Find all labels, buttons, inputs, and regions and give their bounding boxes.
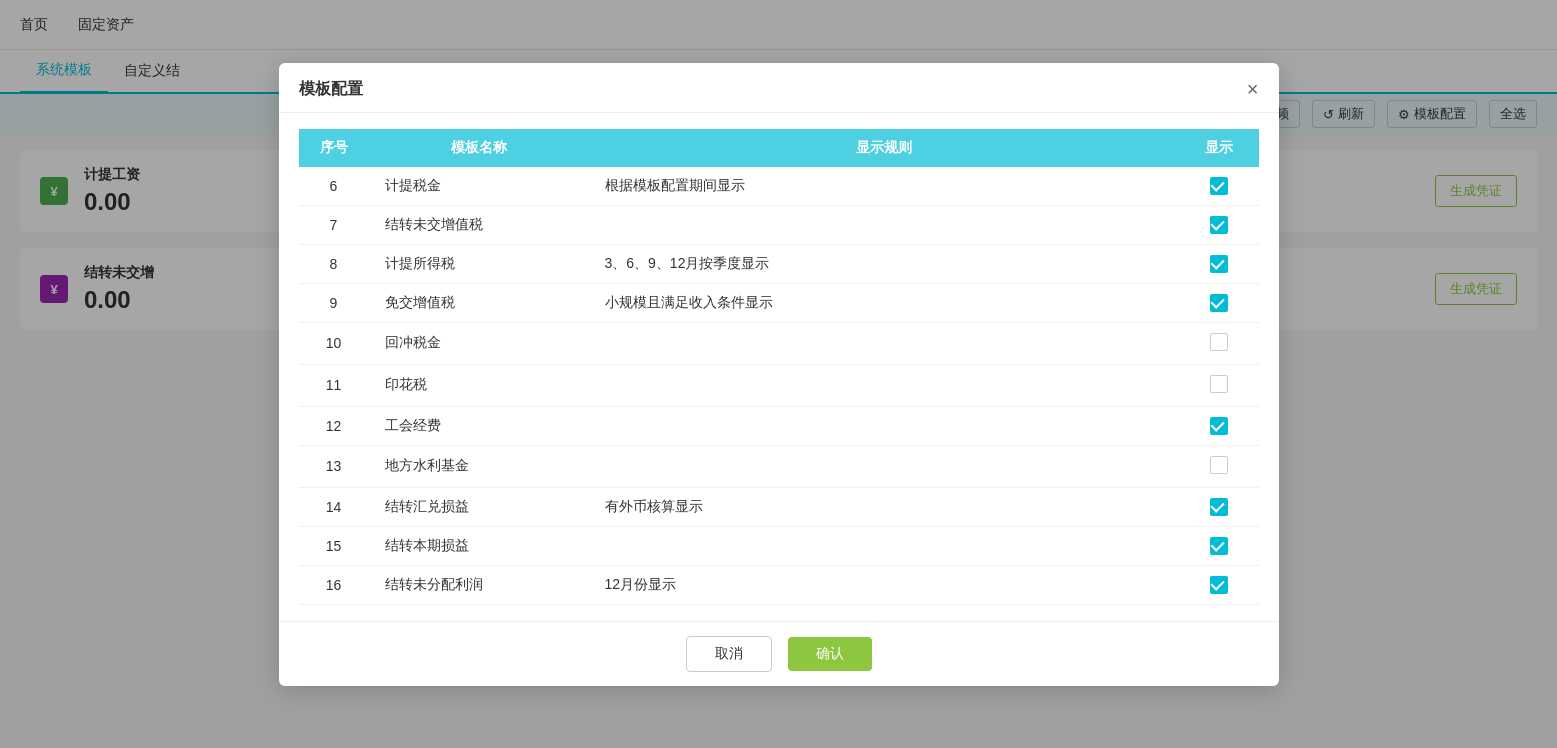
checkbox-12[interactable] [1210, 417, 1228, 435]
table-row: 7结转未交增值税 [299, 205, 1259, 244]
col-header-name: 模板名称 [369, 129, 589, 167]
cell-no: 15 [299, 526, 369, 565]
modal-close-button[interactable]: × [1247, 79, 1259, 99]
checkbox-10[interactable] [1210, 333, 1228, 351]
cell-name: 回冲税金 [369, 322, 589, 364]
cancel-button[interactable]: 取消 [686, 636, 772, 672]
cell-rule: 12月份显示 [589, 565, 1179, 604]
cell-no: 10 [299, 322, 369, 364]
table-row: 14结转汇兑损益有外币核算显示 [299, 487, 1259, 526]
cell-no: 9 [299, 283, 369, 322]
col-header-show: 显示 [1179, 129, 1259, 167]
table-row: 15结转本期损益 [299, 526, 1259, 565]
cell-checkbox [1179, 283, 1259, 322]
cell-checkbox [1179, 322, 1259, 364]
cell-rule: 有外币核算显示 [589, 487, 1179, 526]
confirm-button[interactable]: 确认 [788, 637, 872, 671]
cell-no: 12 [299, 406, 369, 445]
cell-no: 7 [299, 205, 369, 244]
cell-name: 计提税金 [369, 167, 589, 206]
cell-no: 16 [299, 565, 369, 604]
table-row: 11印花税 [299, 364, 1259, 406]
modal-overlay: 模板配置 × 序号 模板名称 显示规则 显示 6计提税金根据模板配置期间显示7结… [0, 0, 1557, 748]
cell-name: 工会经费 [369, 406, 589, 445]
table-body: 6计提税金根据模板配置期间显示7结转未交增值税8计提所得税3、6、9、12月按季… [299, 167, 1259, 605]
table-header: 序号 模板名称 显示规则 显示 [299, 129, 1259, 167]
checkbox-13[interactable] [1210, 456, 1228, 474]
table-row: 8计提所得税3、6、9、12月按季度显示 [299, 244, 1259, 283]
cell-checkbox [1179, 167, 1259, 206]
table-row: 9免交增值税小规模且满足收入条件显示 [299, 283, 1259, 322]
cell-checkbox [1179, 364, 1259, 406]
cell-rule: 根据模板配置期间显示 [589, 167, 1179, 206]
checkbox-14[interactable] [1210, 498, 1228, 516]
col-header-no: 序号 [299, 129, 369, 167]
cell-rule [589, 322, 1179, 364]
cell-rule [589, 526, 1179, 565]
cell-checkbox [1179, 487, 1259, 526]
table-row: 12工会经费 [299, 406, 1259, 445]
cell-checkbox [1179, 244, 1259, 283]
cell-name: 结转本期损益 [369, 526, 589, 565]
checkbox-7[interactable] [1210, 216, 1228, 234]
cell-name: 结转未分配利润 [369, 565, 589, 604]
cell-name: 免交增值税 [369, 283, 589, 322]
cell-checkbox [1179, 406, 1259, 445]
cell-checkbox [1179, 565, 1259, 604]
cell-name: 结转未交增值税 [369, 205, 589, 244]
checkbox-8[interactable] [1210, 255, 1228, 273]
cell-rule: 小规模且满足收入条件显示 [589, 283, 1179, 322]
checkbox-16[interactable] [1210, 576, 1228, 594]
modal-body: 序号 模板名称 显示规则 显示 6计提税金根据模板配置期间显示7结转未交增值税8… [279, 113, 1279, 621]
cell-rule [589, 364, 1179, 406]
cell-rule [589, 445, 1179, 487]
cell-name: 印花税 [369, 364, 589, 406]
col-header-rule: 显示规则 [589, 129, 1179, 167]
cell-name: 结转汇兑损益 [369, 487, 589, 526]
cell-checkbox [1179, 205, 1259, 244]
checkbox-6[interactable] [1210, 177, 1228, 195]
checkbox-15[interactable] [1210, 537, 1228, 555]
modal-title: 模板配置 [299, 79, 363, 100]
cell-rule [589, 205, 1179, 244]
cell-name: 地方水利基金 [369, 445, 589, 487]
modal-footer: 取消 确认 [279, 621, 1279, 686]
table-row: 13地方水利基金 [299, 445, 1259, 487]
cell-name: 计提所得税 [369, 244, 589, 283]
table-row: 16结转未分配利润12月份显示 [299, 565, 1259, 604]
modal-header: 模板配置 × [279, 63, 1279, 113]
cell-checkbox [1179, 445, 1259, 487]
cell-no: 6 [299, 167, 369, 206]
cell-no: 13 [299, 445, 369, 487]
table-row: 6计提税金根据模板配置期间显示 [299, 167, 1259, 206]
cell-no: 11 [299, 364, 369, 406]
cell-no: 8 [299, 244, 369, 283]
config-table: 序号 模板名称 显示规则 显示 6计提税金根据模板配置期间显示7结转未交增值税8… [299, 129, 1259, 605]
cell-rule: 3、6、9、12月按季度显示 [589, 244, 1179, 283]
cell-rule [589, 406, 1179, 445]
checkbox-9[interactable] [1210, 294, 1228, 312]
modal-template-config: 模板配置 × 序号 模板名称 显示规则 显示 6计提税金根据模板配置期间显示7结… [279, 63, 1279, 686]
cell-no: 14 [299, 487, 369, 526]
table-row: 10回冲税金 [299, 322, 1259, 364]
cell-checkbox [1179, 526, 1259, 565]
checkbox-11[interactable] [1210, 375, 1228, 393]
